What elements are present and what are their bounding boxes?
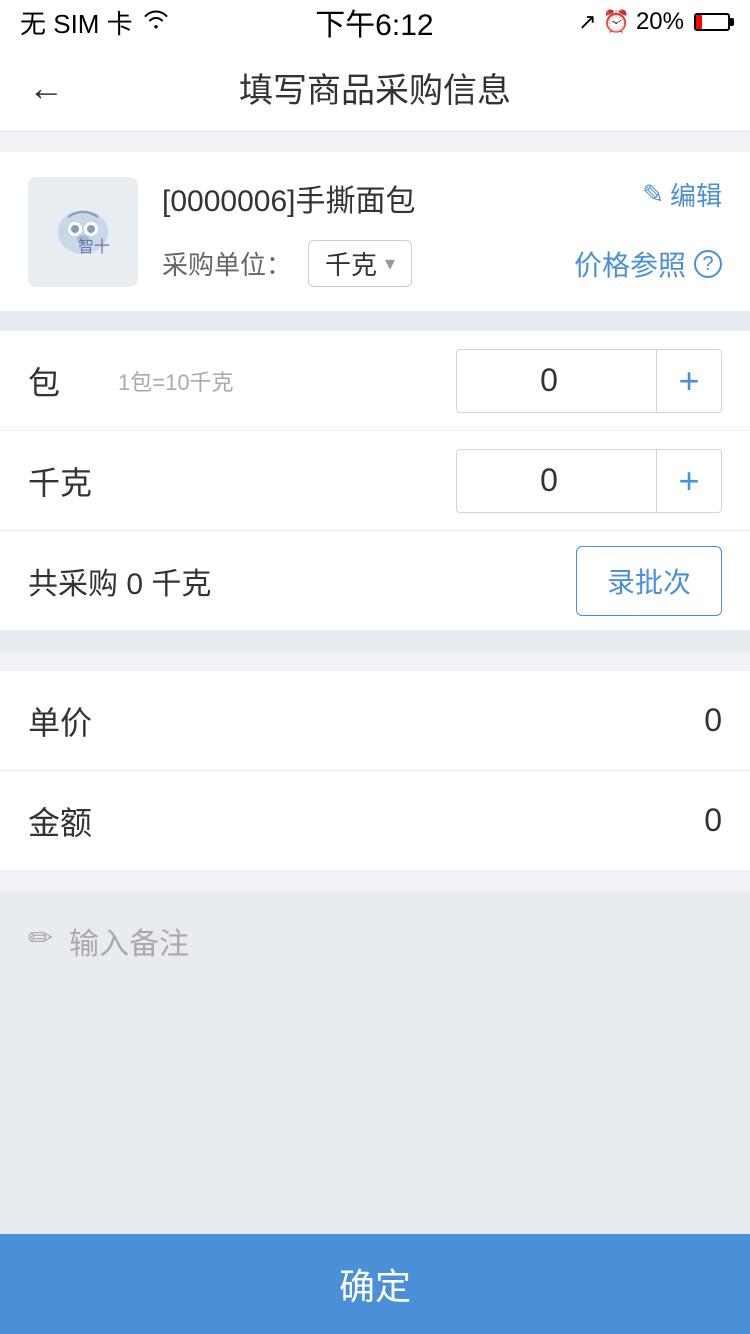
- location-icon: ↗: [578, 9, 596, 35]
- kg-input-row: 千克 +: [0, 431, 750, 531]
- summary-value: 0: [126, 568, 143, 601]
- kg-input-controls: +: [456, 449, 722, 513]
- input-section: 包 1包=10千克 + 千克 +: [0, 331, 750, 531]
- product-info: [0000006]手撕面包 采购单位： 千克 ▾ 价格参照 ?: [162, 176, 722, 287]
- confirm-button[interactable]: 确定: [0, 1234, 750, 1334]
- edit-icon: ✎: [642, 179, 664, 210]
- kg-plus-button[interactable]: +: [656, 449, 722, 513]
- help-icon: ?: [694, 250, 722, 278]
- nav-bar: ← 填写商品采购信息: [0, 44, 750, 132]
- confirm-label: 确定: [339, 1258, 411, 1310]
- battery-icon: [694, 13, 730, 31]
- amount-label: 金额: [28, 798, 92, 844]
- price-info-section: 单价 0 金额 0: [0, 671, 750, 871]
- alarm-icon: ⏰: [603, 9, 630, 35]
- record-batch-button[interactable]: 录批次: [576, 546, 722, 616]
- bao-sublabel: 1包=10千克: [118, 365, 234, 397]
- price-ref-button[interactable]: 价格参照 ?: [574, 244, 722, 284]
- notes-section[interactable]: ✏ 输入备注: [0, 891, 750, 991]
- svg-text:智十: 智十: [78, 238, 110, 256]
- status-right: ↗ ⏰ 20%: [578, 8, 730, 36]
- unit-value: 千克: [325, 245, 377, 282]
- amount-value: 0: [704, 802, 722, 839]
- pencil-icon: ✏: [28, 921, 53, 956]
- kg-label: 千克: [28, 458, 108, 504]
- unit-select-dropdown[interactable]: 千克 ▾: [308, 240, 412, 287]
- kg-quantity-input[interactable]: [456, 449, 656, 513]
- summary-row: 共采购 0 千克 录批次: [0, 531, 750, 631]
- bao-quantity-input[interactable]: [456, 349, 656, 413]
- status-bar: 无 SIM 卡 下午6:12 ↗ ⏰ 20%: [0, 0, 750, 44]
- unit-label: 采购单位：: [162, 245, 292, 282]
- chevron-down-icon: ▾: [385, 251, 395, 276]
- battery-percent: 20%: [636, 8, 684, 36]
- back-button[interactable]: ←: [28, 67, 64, 109]
- time-display: 下午6:12: [315, 0, 433, 44]
- page-title: 填写商品采购信息: [239, 63, 511, 112]
- unit-price-label: 单价: [28, 698, 92, 744]
- status-left: 无 SIM 卡: [20, 4, 171, 41]
- product-image: 智十: [28, 177, 138, 287]
- bao-label: 包: [28, 358, 108, 404]
- section-divider-1: [0, 311, 750, 331]
- section-divider-2: [0, 631, 750, 651]
- summary-label: 共采购 0 千克: [28, 559, 211, 603]
- unit-price-row: 单价 0: [0, 671, 750, 771]
- product-card: 智十 [0000006]手撕面包 采购单位： 千克 ▾ 价格参照 ? ✎ 编辑: [0, 152, 750, 311]
- wifi-icon: [141, 7, 171, 38]
- bao-input-controls: +: [456, 349, 722, 413]
- edit-button[interactable]: ✎ 编辑: [642, 176, 722, 213]
- bao-plus-button[interactable]: +: [656, 349, 722, 413]
- notes-placeholder: 输入备注: [69, 919, 189, 963]
- bao-input-row: 包 1包=10千克 +: [0, 331, 750, 431]
- amount-row: 金额 0: [0, 771, 750, 871]
- unit-price-value: 0: [704, 702, 722, 739]
- carrier-text: 无 SIM 卡: [20, 4, 133, 41]
- product-logo: 智十: [48, 197, 118, 267]
- product-name: [0000006]手撕面包: [162, 176, 722, 220]
- product-unit-row: 采购单位： 千克 ▾ 价格参照 ?: [162, 240, 722, 287]
